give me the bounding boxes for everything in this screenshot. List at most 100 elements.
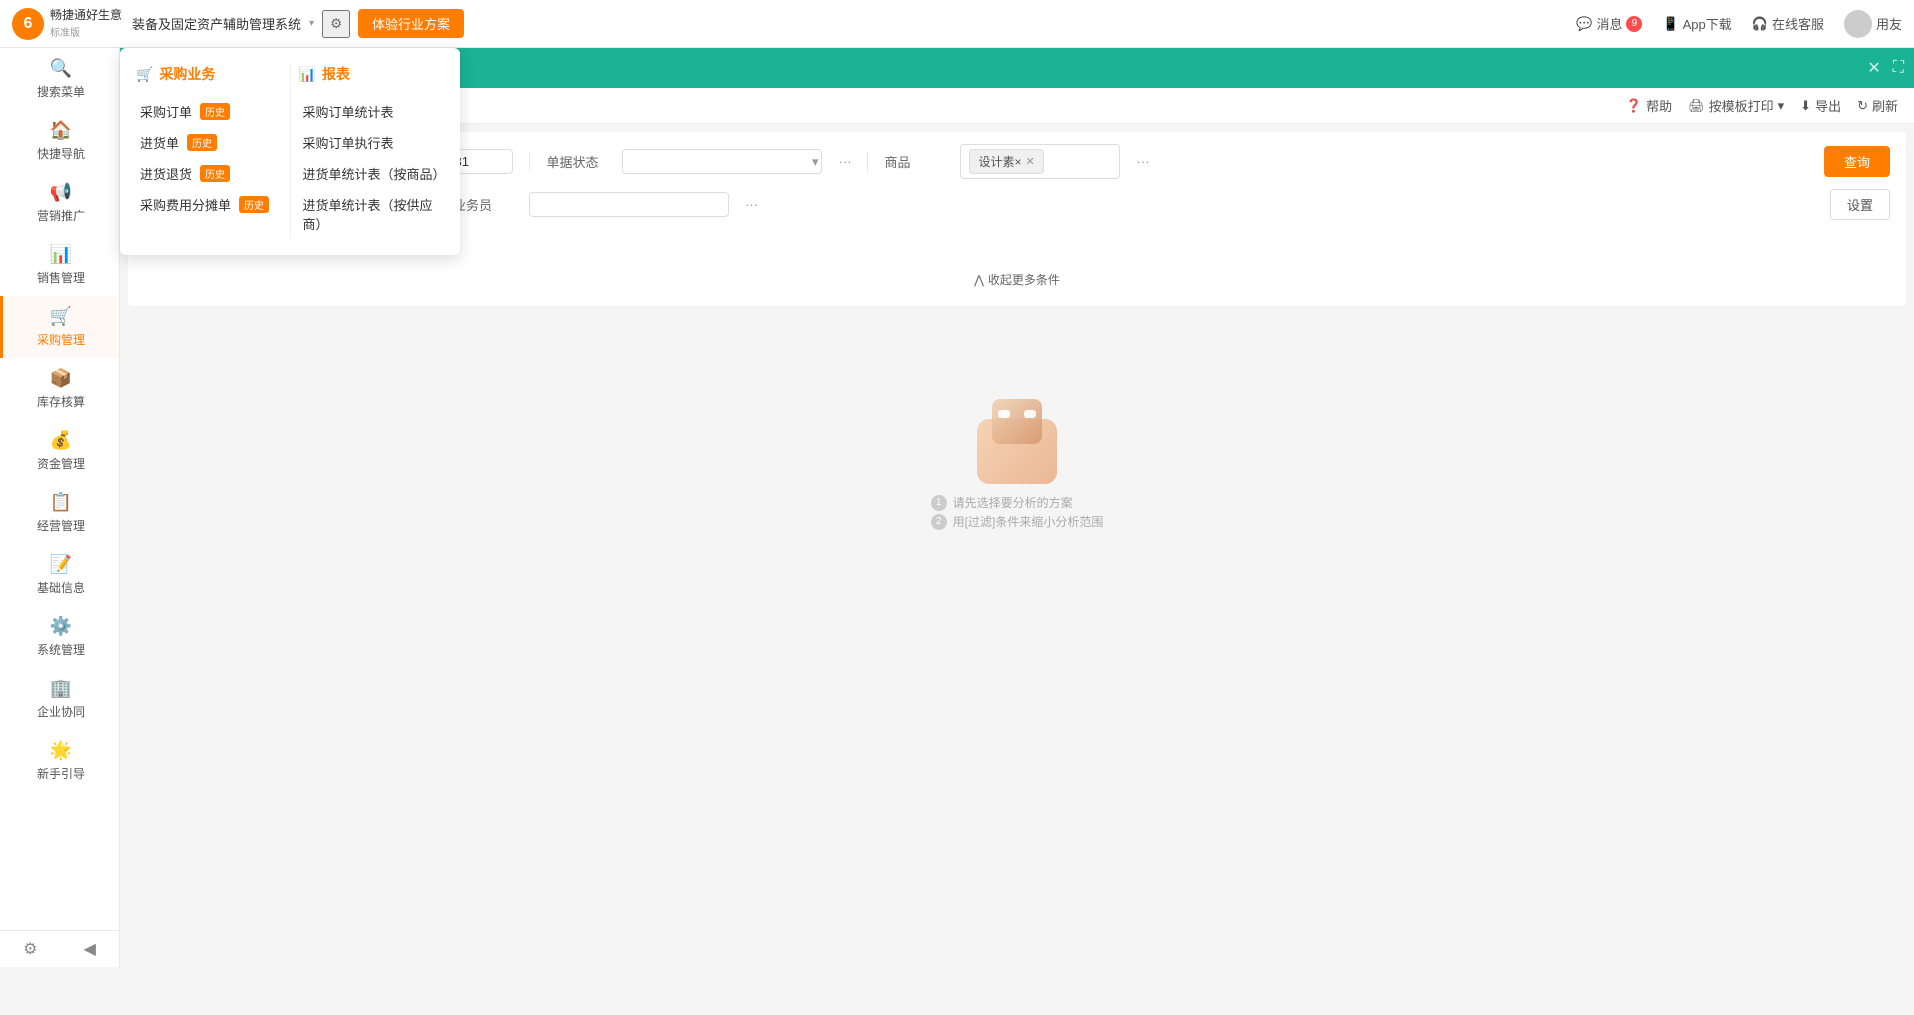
refresh-icon: ↻ [1857,98,1868,114]
goods-tag-close[interactable]: ✕ [1026,155,1035,168]
sidebar-items: 🔍 搜索菜单 🏠 快捷导航 📢 营销推广 📊 销售管理 🛒 采购管理 📦 库存核… [0,48,119,792]
history-badge-1: 历史 [187,134,217,151]
sidebar-icon-sales: 📊 [50,244,72,265]
purchase-menu-item-3[interactable]: 采购费用分摊单 历史 [136,189,282,220]
sidebar-settings-btn[interactable]: ⚙ [23,939,37,959]
sidebar-label-guide: 新手引导 [37,765,85,782]
sidebar-item-guide[interactable]: 🌟 新手引导 [0,730,119,792]
report-item-label-1: 采购订单执行表 [303,133,394,152]
sidebar-icon-quick: 🏠 [50,120,72,141]
refresh-btn[interactable]: ↻ 刷新 [1857,96,1898,115]
history-badge-2: 历史 [200,165,230,182]
robot-eye-left [998,410,1010,418]
sidebar-item-capital[interactable]: 💰 资金管理 [0,420,119,482]
robot-head [992,399,1042,444]
sidebar-label-operations: 经营管理 [37,517,85,534]
purchase-menu-item-0[interactable]: 采购订单 历史 [136,96,282,127]
query-btn[interactable]: 查询 [1824,146,1890,177]
help-btn[interactable]: ❓ 帮助 [1626,96,1672,115]
message-action[interactable]: 💬 消息 9 [1576,14,1642,33]
tab-fullscreen-btn[interactable]: ⛶ [1891,57,1906,79]
message-icon: 💬 [1576,16,1592,32]
goods-dots[interactable]: ··· [1136,154,1149,169]
status-label: 单据状态 [546,152,606,171]
sidebar-icon-system: ⚙️ [50,616,72,637]
sidebar-label-marketing: 营销推广 [37,207,85,224]
settings-btn[interactable]: ⚙ [322,10,350,38]
robot-eye-right [1024,410,1036,418]
set-button-area: 设置 [1830,189,1890,220]
report-menu-item-1[interactable]: 采购订单执行表 [299,127,445,158]
sidebar-item-sales[interactable]: 📊 销售管理 [0,234,119,296]
sidebar-item-search[interactable]: 🔍 搜索菜单 [0,48,119,110]
user-action[interactable]: 用友 [1844,10,1902,38]
purchase-menu-items: 采购订单 历史 进货单 历史 进货退货 历史 采购费用分摊单 历史 [136,96,282,220]
salesperson-input[interactable] [529,192,729,217]
sidebar-label-purchase: 采购管理 [37,331,85,348]
menu-purchase-title: 🛒 采购业务 [136,64,282,84]
online-service-action[interactable]: 🎧 在线客服 [1752,14,1824,33]
status-select[interactable] [622,149,822,174]
sidebar-item-system[interactable]: ⚙️ 系统管理 [0,606,119,668]
industry-btn[interactable]: 体验行业方案 [358,9,464,38]
print-btn[interactable]: 🖨 按模板打印 ▾ [1688,96,1784,115]
sidebar-icon-operations: 📋 [50,492,72,513]
tab-close-all-btn[interactable]: ✕ [1865,56,1882,80]
print-arrow[interactable]: ▾ [1778,98,1785,114]
history-badge-0: 历史 [200,103,230,120]
report-menu-item-0[interactable]: 采购订单统计表 [299,96,445,127]
sidebar-item-quick[interactable]: 🏠 快捷导航 [0,110,119,172]
sidebar-icon-search: 🔍 [50,58,72,79]
headset-icon: 🎧 [1752,16,1768,32]
sidebar-label-basic: 基础信息 [37,579,85,596]
purchase-menu-item-1[interactable]: 进货单 历史 [136,127,282,158]
help-icon: ❓ [1626,98,1642,114]
empty-hints: 1 请先选择要分析的方案 2 用[过滤]条件来缩小分析范围 [931,492,1104,532]
empty-state: 1 请先选择要分析的方案 2 用[过滤]条件来缩小分析范围 [120,314,1914,612]
set-btn[interactable]: 设置 [1830,189,1890,220]
logo-sub: 标准版 [50,24,122,39]
system-title-arrow[interactable]: ▾ [309,18,314,29]
sidebar-icon-guide: 🌟 [50,740,72,761]
export-btn[interactable]: ⬇ 导出 [1800,96,1841,115]
sidebar-item-enterprise[interactable]: 🏢 企业协同 [0,668,119,730]
purchase-item-label-1: 进货单 [140,133,179,152]
sidebar-collapse-btn[interactable]: ◀ [84,939,96,959]
status-select-wrap: ▾ [622,149,822,174]
hint-num-2: 2 [931,514,947,530]
menu-purchase-section: 🛒 采购业务 采购订单 历史 进货单 历史 进货退货 历史 采购费用分摊单 历史 [136,64,282,239]
purchase-item-label-0: 采购订单 [140,102,192,121]
report-item-label-2: 进货单统计表（按商品） [303,164,441,183]
sidebar-label-enterprise: 企业协同 [37,703,85,720]
sidebar-label-sales: 销售管理 [37,269,85,286]
collapse-row: ⋀ 收起更多条件 [144,265,1890,294]
sep2 [867,152,868,172]
report-item-label-3: 进货单统计表（按供应商） [303,195,441,233]
report-item-label-0: 采购订单统计表 [303,102,394,121]
purchase-menu-item-2[interactable]: 进货退货 历史 [136,158,282,189]
hint-num-1: 1 [931,495,947,511]
sidebar-item-basic[interactable]: 📝 基础信息 [0,544,119,606]
history-badge-3: 历史 [239,196,269,213]
purchase-menu-icon: 🛒 [136,66,153,83]
status-arrow: ▾ [812,154,819,170]
collapse-btn[interactable]: ⋀ 收起更多条件 [974,271,1060,288]
sidebar-item-purchase[interactable]: 🛒 采购管理 [0,296,119,358]
goods-input-area[interactable]: 设计素× ✕ [960,144,1120,179]
print-icon: 🖨 [1688,98,1705,114]
sidebar-label-system: 系统管理 [37,641,85,658]
purchase-item-label-2: 进货退货 [140,164,192,183]
report-menu-item-3[interactable]: 进货单统计表（按供应商） [299,189,445,239]
status-dots[interactable]: ··· [838,154,851,169]
sidebar-item-marketing[interactable]: 📢 营销推广 [0,172,119,234]
salesperson-dots[interactable]: ··· [745,197,758,212]
report-menu-item-2[interactable]: 进货单统计表（按商品） [299,158,445,189]
menu-divider [290,64,291,239]
app-download-action[interactable]: 📱 App下载 [1662,14,1731,33]
empty-illustration [967,394,1067,484]
sidebar-item-operations[interactable]: 📋 经营管理 [0,482,119,544]
sidebar-item-inventory[interactable]: 📦 库存核算 [0,358,119,420]
top-center: 装备及固定资产辅助管理系统 ▾ ⚙ 体验行业方案 [132,9,1576,38]
salesperson-label: 业务员 [453,195,513,214]
sidebar-icon-enterprise: 🏢 [50,678,72,699]
